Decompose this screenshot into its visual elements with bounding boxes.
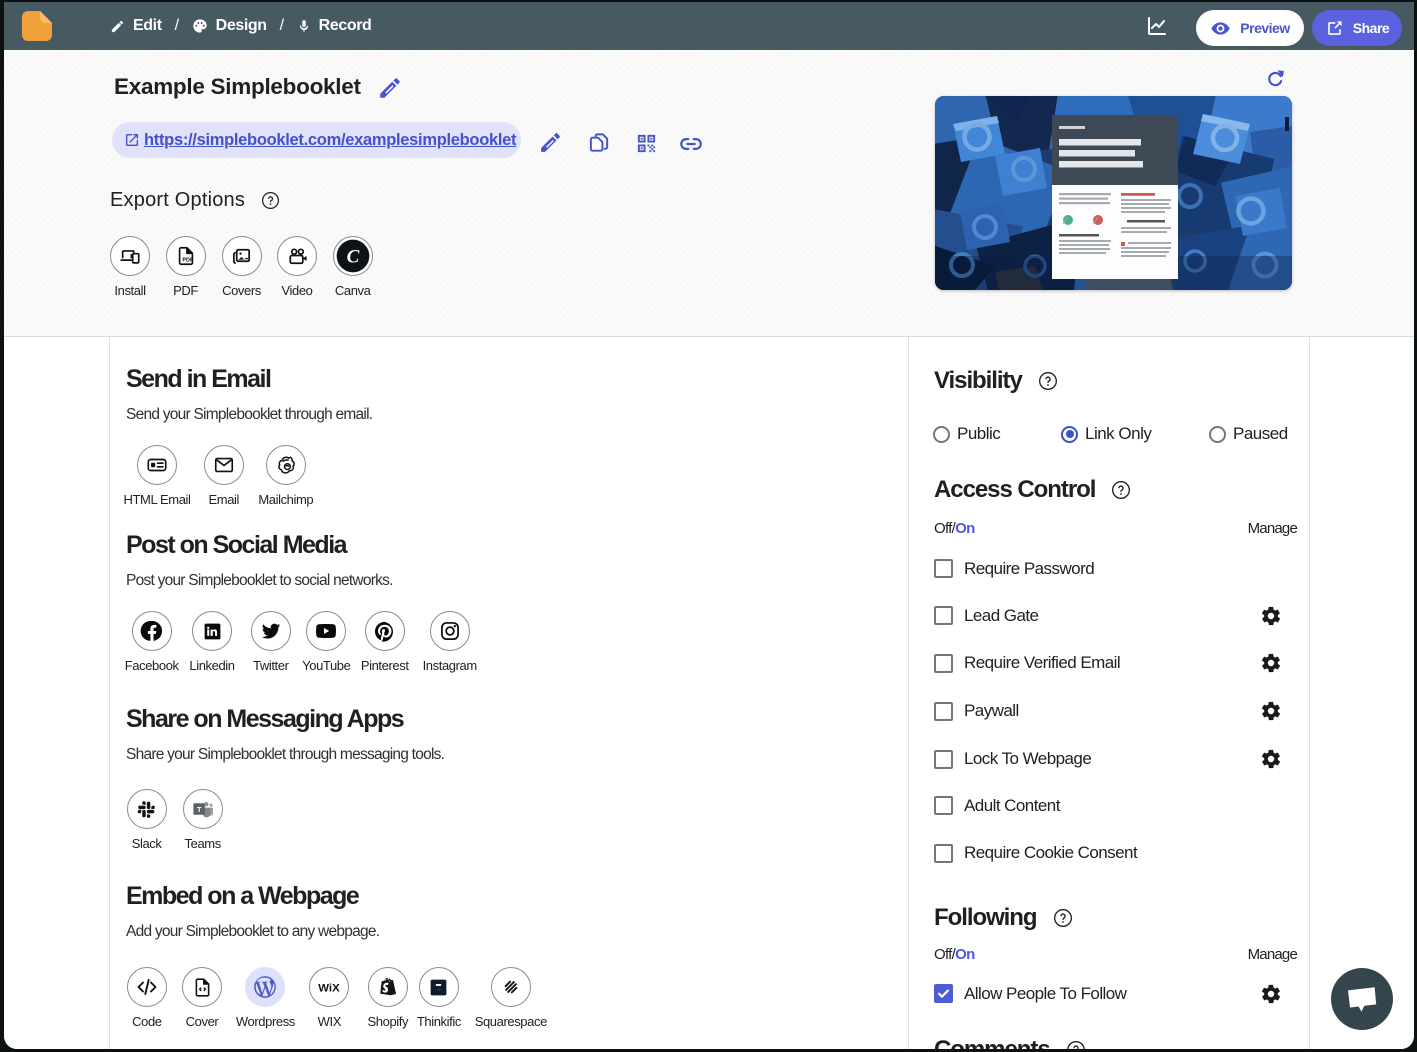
svg-text:WiX: WiX — [319, 982, 341, 994]
svg-text:PDF: PDF — [182, 258, 194, 264]
svg-text:T: T — [197, 805, 202, 813]
svg-text:C: C — [346, 247, 359, 268]
